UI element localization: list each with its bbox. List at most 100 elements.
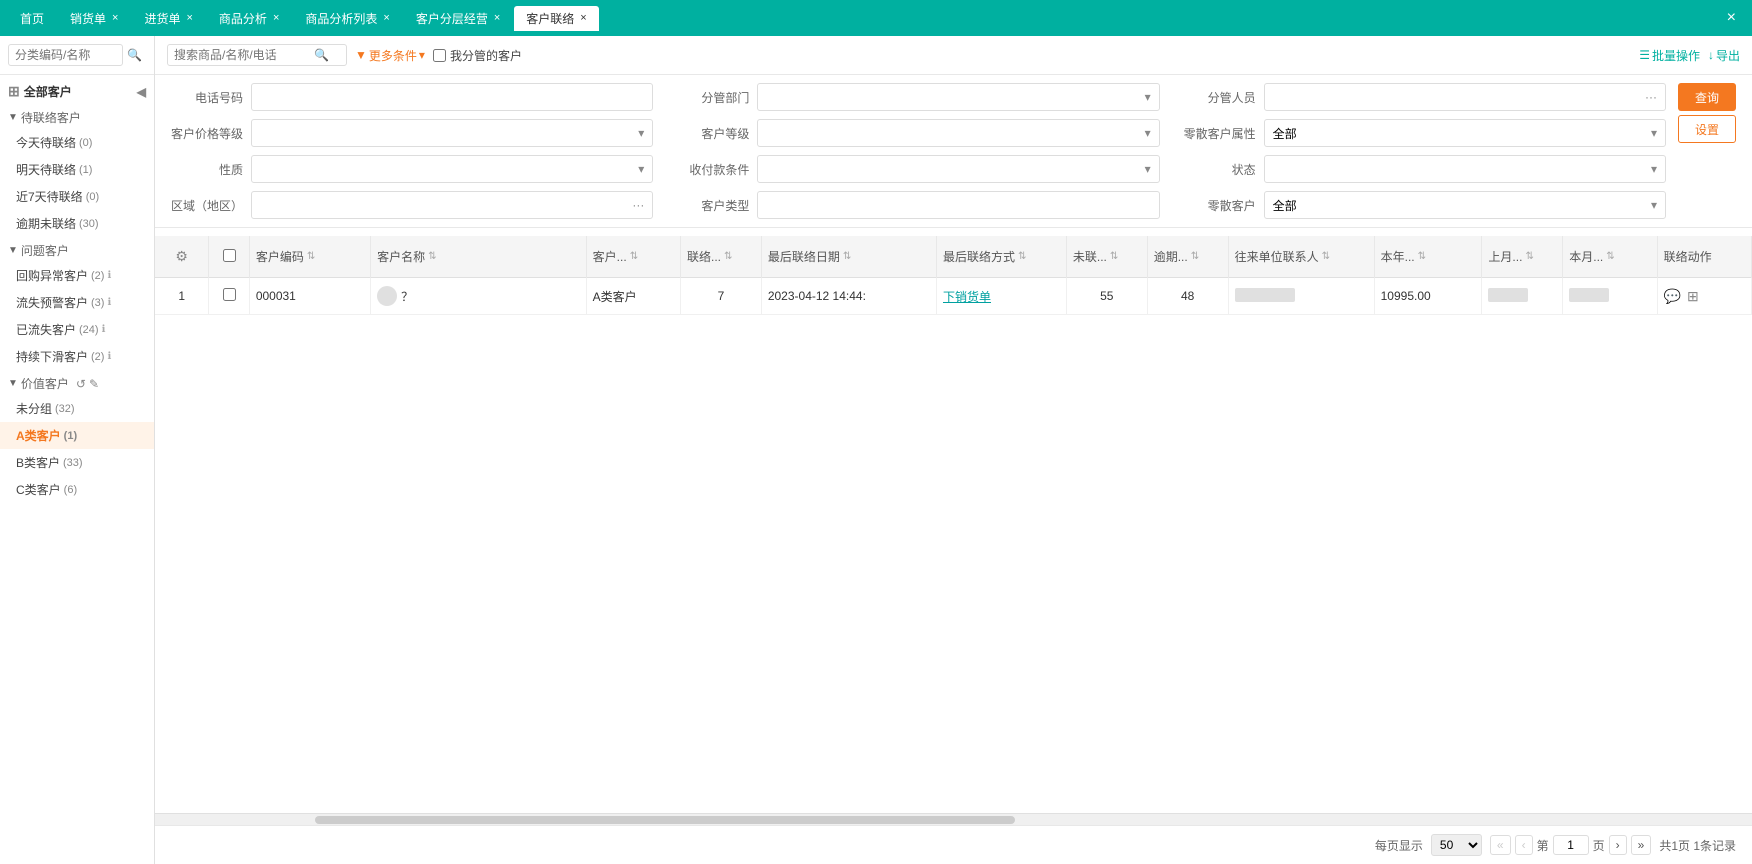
sidebar-collapse-icon[interactable]: ◀ [137, 85, 146, 99]
row-cat: A类客户 [586, 278, 680, 315]
sidebar-item-class-c[interactable]: C类客户 (6) [0, 476, 154, 503]
row-checkbox[interactable] [223, 288, 236, 301]
price-level-select[interactable]: ▾ [251, 119, 653, 147]
region-dots-icon: ··· [632, 198, 644, 212]
th-last-month[interactable]: 上月...⇅ [1482, 236, 1563, 278]
payment-select[interactable]: ▾ [757, 155, 1159, 183]
churned-info-icon: ℹ [102, 324, 106, 335]
nav-customer-tier[interactable]: 客户分层经营 × [404, 6, 512, 31]
close-all-tabs[interactable]: × [1719, 9, 1744, 27]
sidebar-item-overdue[interactable]: 逾期未联络 (30) [0, 210, 154, 237]
customer-level-select[interactable]: ▾ [757, 119, 1159, 147]
search-box: 🔍 [167, 44, 347, 66]
th-last-date[interactable]: 最后联络日期⇅ [761, 236, 936, 278]
column-settings-btn[interactable]: ⚙ [171, 244, 192, 269]
status-select[interactable]: ▾ [1264, 155, 1666, 183]
retail-customer-select[interactable]: 全部▾ [1264, 191, 1666, 219]
sidebar-item-7days[interactable]: 近7天待联络 (0) [0, 183, 154, 210]
close-customer-tier-icon[interactable]: × [494, 12, 500, 24]
grid-icon[interactable]: ⊞ [1687, 288, 1699, 305]
nav-sales-order[interactable]: 销货单 × [58, 6, 130, 31]
sidebar-search-icon[interactable]: 🔍 [127, 48, 142, 62]
sidebar-item-unclassified[interactable]: 未分组 (32) [0, 395, 154, 422]
sidebar-item-tomorrow[interactable]: 明天待联络 (1) [0, 156, 154, 183]
th-cat[interactable]: 客户...⇅ [586, 236, 680, 278]
sidebar-item-class-b[interactable]: B类客户 (33) [0, 449, 154, 476]
customer-type-input[interactable] [757, 191, 1159, 219]
sidebar-group-problem[interactable]: ▼ 问题客户 [0, 237, 154, 262]
close-purchase-order-icon[interactable]: × [186, 12, 192, 24]
filter-row-1: 电话号码 分管部门 ▾ 分管人员 [171, 83, 1666, 111]
set-button[interactable]: 设置 [1678, 115, 1736, 143]
horizontal-scrollbar[interactable] [155, 813, 1752, 825]
search-input[interactable] [174, 48, 314, 62]
close-customer-contact-icon[interactable]: × [580, 12, 586, 24]
th-this-month[interactable]: 本月...⇅ [1563, 236, 1657, 278]
prev-page-btn[interactable]: ‹ [1515, 835, 1533, 855]
retail-customer-arrow-icon: ▾ [1651, 198, 1657, 212]
sidebar-item-churned[interactable]: 已流失客户 (24) ℹ [0, 316, 154, 343]
nav-product-analysis-list[interactable]: 商品分析列表 × [293, 6, 401, 31]
sidebar-item-churn-warning[interactable]: 流失预警客户 (3) ℹ [0, 289, 154, 316]
retail-attr-select[interactable]: 全部▾ [1264, 119, 1666, 147]
no-contact-sort-icon: ⇅ [1110, 251, 1118, 262]
filter-payment: 收付款条件 ▾ [677, 155, 1159, 183]
th-name[interactable]: 客户名称⇅ [371, 236, 587, 278]
search-icon[interactable]: 🔍 [314, 48, 329, 62]
close-sales-order-icon[interactable]: × [112, 12, 118, 24]
dept-select[interactable]: ▾ [757, 83, 1159, 111]
value-group-refresh-icon[interactable]: ↺ [76, 377, 86, 391]
scrollbar-thumb[interactable] [315, 816, 1015, 824]
my-customers-check[interactable] [433, 49, 446, 62]
close-product-analysis-icon[interactable]: × [273, 12, 279, 24]
first-page-btn[interactable]: « [1490, 835, 1511, 855]
th-no-contact[interactable]: 未联...⇅ [1066, 236, 1147, 278]
phone-input[interactable] [251, 83, 653, 111]
th-contact[interactable]: 联络...⇅ [680, 236, 761, 278]
select-all-checkbox[interactable] [223, 249, 236, 262]
sidebar-item-class-a[interactable]: A类客户 (1) [0, 422, 154, 449]
top-navigation: 首页 销货单 × 进货单 × 商品分析 × 商品分析列表 × 客户分层经营 × … [0, 0, 1752, 36]
sidebar-all-customers-header: ⊞ 全部客户 ◀ [0, 75, 154, 104]
row-num: 1 [155, 278, 209, 315]
page-number-input[interactable] [1553, 835, 1589, 855]
manager-select[interactable]: ··· [1264, 83, 1666, 111]
name-sort-icon: ⇅ [428, 251, 436, 262]
filter-bar: 🔍 ▼ 更多条件 ▾ 我分管的客户 ☰ 批量操作 ↓ 导出 [155, 36, 1752, 75]
next-page-btn[interactable]: › [1609, 835, 1627, 855]
overdue-sort-icon: ⇅ [1191, 251, 1199, 262]
row-unit-contact [1228, 278, 1374, 315]
nav-purchase-order[interactable]: 进货单 × [132, 6, 204, 31]
nav-home[interactable]: 首页 [8, 6, 56, 31]
nav-product-analysis[interactable]: 商品分析 × [207, 6, 291, 31]
this-month-sort-icon: ⇅ [1606, 251, 1614, 262]
sidebar-item-repurchase[interactable]: 回购异常客户 (2) ℹ [0, 262, 154, 289]
my-customers-checkbox[interactable]: 我分管的客户 [433, 47, 522, 64]
value-group-edit-icon[interactable]: ✎ [89, 377, 99, 391]
sidebar-group-value[interactable]: ▼ 价值客户 ↺ ✎ [0, 370, 154, 395]
sidebar-group-pending[interactable]: ▼ 待联络客户 [0, 104, 154, 129]
query-button[interactable]: 查询 [1678, 83, 1736, 111]
th-year-amt[interactable]: 本年...⇅ [1374, 236, 1482, 278]
close-product-analysis-list-icon[interactable]: × [383, 12, 389, 24]
more-filters-btn[interactable]: ▼ 更多条件 ▾ [355, 47, 425, 64]
chat-icon[interactable]: 💬 [1664, 288, 1681, 305]
value-group-arrow: ▼ [8, 378, 18, 389]
th-overdue[interactable]: 逾期...⇅ [1147, 236, 1228, 278]
row-last-date: 2023-04-12 14:44: [761, 278, 936, 315]
region-select[interactable]: ··· [251, 191, 653, 219]
sidebar-search-input[interactable] [8, 44, 123, 66]
nav-customer-contact[interactable]: 客户联络 × [514, 6, 598, 31]
per-page-select[interactable]: 50 10 20 100 [1431, 834, 1482, 856]
batch-op-btn[interactable]: ☰ 批量操作 [1639, 47, 1700, 64]
th-unit-contact[interactable]: 往来单位联系人⇅ [1228, 236, 1374, 278]
row-overdue: 48 [1147, 278, 1228, 315]
last-month-sort-icon: ⇅ [1525, 251, 1533, 262]
export-btn[interactable]: ↓ 导出 [1708, 47, 1740, 64]
last-page-btn[interactable]: » [1631, 835, 1652, 855]
th-code[interactable]: 客户编码⇅ [249, 236, 370, 278]
sidebar-item-declining[interactable]: 持续下滑客户 (2) ℹ [0, 343, 154, 370]
th-last-way[interactable]: 最后联络方式⇅ [936, 236, 1066, 278]
nature-select[interactable]: ▾ [251, 155, 653, 183]
sidebar-item-today[interactable]: 今天待联络 (0) [0, 129, 154, 156]
